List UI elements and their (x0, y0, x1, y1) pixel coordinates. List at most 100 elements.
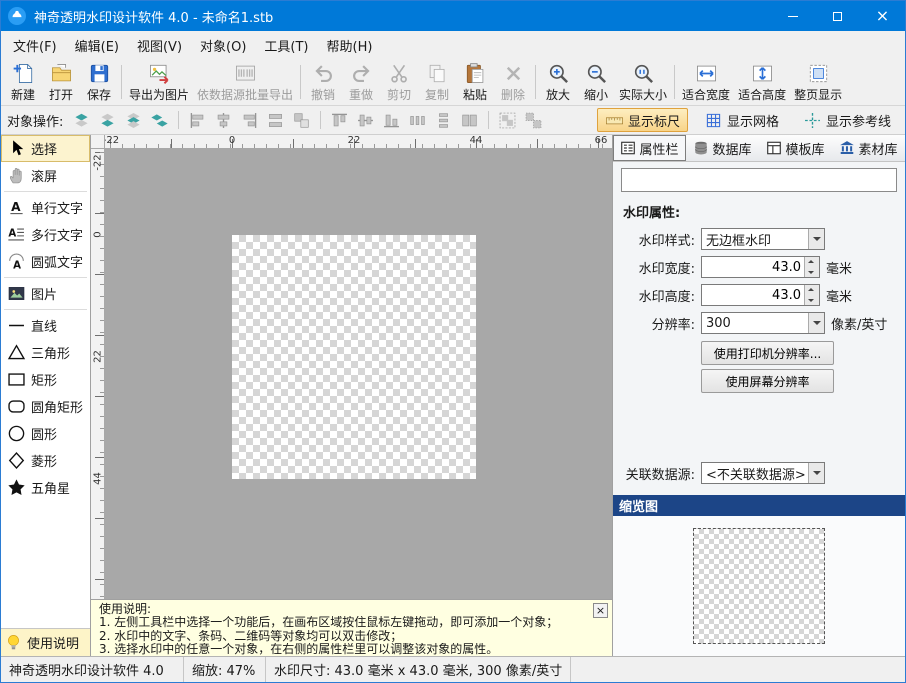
info-close-button[interactable]: × (593, 603, 608, 618)
button-label: 实际大小 (619, 86, 667, 103)
object-toolbar: 对象操作: 显示标尺 显示网格 显示参考线 (1, 106, 905, 135)
spinner-up-icon[interactable] (805, 285, 819, 295)
spinner-up-icon[interactable] (805, 257, 819, 267)
tool-rect[interactable]: 矩形 (1, 366, 90, 393)
tool-triangle[interactable]: 三角形 (1, 339, 90, 366)
design-canvas[interactable] (105, 149, 612, 599)
thumbnail-title: 缩览图 (619, 496, 658, 515)
height-unit: 毫米 (826, 286, 852, 305)
paste-button[interactable]: 粘贴 (456, 60, 494, 104)
maximize-button[interactable] (815, 1, 860, 31)
watermark-name-input[interactable] (621, 168, 897, 192)
help-button[interactable]: 使用说明 (1, 628, 90, 656)
save-button[interactable]: 保存 (80, 60, 118, 104)
group-button (495, 108, 520, 132)
button-label: 撤销 (311, 86, 335, 103)
menu-help[interactable]: 帮助(H) (318, 31, 382, 60)
height-spinner[interactable] (804, 285, 819, 305)
tool-pan[interactable]: 滚屏 (1, 162, 90, 189)
spinner-down-icon[interactable] (805, 267, 819, 277)
tool-arc-text[interactable]: 圆弧文字 (1, 248, 90, 275)
rectangle-icon (7, 370, 26, 389)
close-button[interactable]: × (860, 1, 905, 31)
button-row: 使用打印机分辨率... (701, 341, 897, 365)
toolbar-separator (674, 65, 675, 99)
move-up-layer-button[interactable] (121, 108, 146, 132)
tab-materials[interactable]: 素材库 (832, 135, 905, 161)
grid-icon (704, 111, 723, 130)
tool-label: 三角形 (31, 343, 70, 362)
button-label: 打开 (49, 86, 73, 103)
height-label: 水印高度: (621, 286, 695, 305)
tab-database[interactable]: 数据库 (686, 135, 759, 161)
menu-object[interactable]: 对象(O) (191, 31, 255, 60)
tab-templates[interactable]: 模板库 (759, 135, 832, 161)
title-bar[interactable]: 神奇透明水印设计软件 4.0 - 未命名1.stb × (1, 1, 905, 31)
align-bottom-icon (382, 111, 401, 130)
line-icon (7, 316, 26, 335)
thumbnail-preview[interactable] (693, 528, 825, 644)
tool-diamond[interactable]: 菱形 (1, 447, 90, 474)
tab-label: 模板库 (785, 139, 824, 158)
watermark-document[interactable] (232, 235, 476, 479)
tool-circle[interactable]: 圆形 (1, 420, 90, 447)
export-image-button[interactable]: 导出为图片 (125, 60, 193, 104)
star-icon (7, 478, 26, 497)
fit-page-button[interactable]: 整页显示 (790, 60, 846, 104)
show-guides-toggle[interactable]: 显示参考线 (795, 108, 899, 132)
open-button[interactable]: 打开 (42, 60, 80, 104)
width-input[interactable] (702, 257, 804, 277)
menu-tools[interactable]: 工具(T) (255, 31, 317, 60)
move-down-layer-button[interactable] (147, 108, 172, 132)
fit-width-button[interactable]: 适合宽度 (678, 60, 734, 104)
tool-rounded-rect[interactable]: 圆角矩形 (1, 393, 90, 420)
tool-separator (4, 277, 87, 278)
canvas-row: -22 0 22 44 (91, 149, 612, 599)
tool-single-text[interactable]: 单行文字 (1, 194, 90, 221)
style-dropdown[interactable]: 无边框水印 (701, 228, 825, 250)
tool-image[interactable]: 图片 (1, 280, 90, 307)
dpi-dropdown[interactable]: 300 (701, 312, 825, 334)
zoom-in-button[interactable]: 放大 (539, 60, 577, 104)
use-screen-dpi-button[interactable]: 使用屏幕分辨率 (701, 369, 834, 393)
menu-edit[interactable]: 编辑(E) (66, 31, 128, 60)
menu-file[interactable]: 文件(F) (4, 31, 66, 60)
info-line: 1. 左侧工具栏中选择一个功能后，在画布区域按住鼠标左键拖动，即可添加一个对象； (99, 616, 604, 630)
tool-line[interactable]: 直线 (1, 312, 90, 339)
show-ruler-toggle[interactable]: 显示标尺 (597, 108, 688, 132)
align-vcenter-icon (356, 111, 375, 130)
datasource-dropdown[interactable]: <不关联数据源> (701, 462, 825, 484)
new-button[interactable]: 新建 (4, 60, 42, 104)
align-top-button (327, 108, 352, 132)
send-back-button[interactable] (95, 108, 120, 132)
minimize-button[interactable] (770, 1, 815, 31)
redo-button: 重做 (342, 60, 380, 104)
dpi-label: 分辨率: (621, 314, 695, 333)
horizontal-ruler: -22 0 22 44 66 (105, 135, 612, 149)
width-spinner[interactable] (804, 257, 819, 277)
spinner-down-icon[interactable] (805, 295, 819, 305)
show-grid-toggle[interactable]: 显示网格 (696, 108, 787, 132)
tab-properties[interactable]: 属性栏 (613, 135, 686, 161)
cut-icon (388, 62, 411, 85)
bring-front-button[interactable] (69, 108, 94, 132)
use-printer-dpi-button[interactable]: 使用打印机分辨率... (701, 341, 834, 365)
tab-label: 属性栏 (639, 139, 678, 158)
minimize-icon (788, 16, 798, 17)
fit-height-button[interactable]: 适合高度 (734, 60, 790, 104)
fit-page-icon (807, 62, 830, 85)
align-bottom-button (379, 108, 404, 132)
button-label: 依数据源批量导出 (197, 86, 293, 103)
actual-size-button[interactable]: 实际大小 (615, 60, 671, 104)
diamond-icon (7, 451, 26, 470)
zoom-out-button[interactable]: 缩小 (577, 60, 615, 104)
open-file-icon (50, 62, 73, 85)
tool-star[interactable]: 五角星 (1, 474, 90, 501)
tool-select[interactable]: 选择 (1, 135, 90, 162)
tool-multi-text[interactable]: 多行文字 (1, 221, 90, 248)
height-input[interactable] (702, 285, 804, 305)
toolbar-separator (320, 111, 321, 129)
tool-label: 滚屏 (31, 166, 57, 185)
menu-view[interactable]: 视图(V) (128, 31, 191, 60)
new-file-icon (12, 62, 35, 85)
